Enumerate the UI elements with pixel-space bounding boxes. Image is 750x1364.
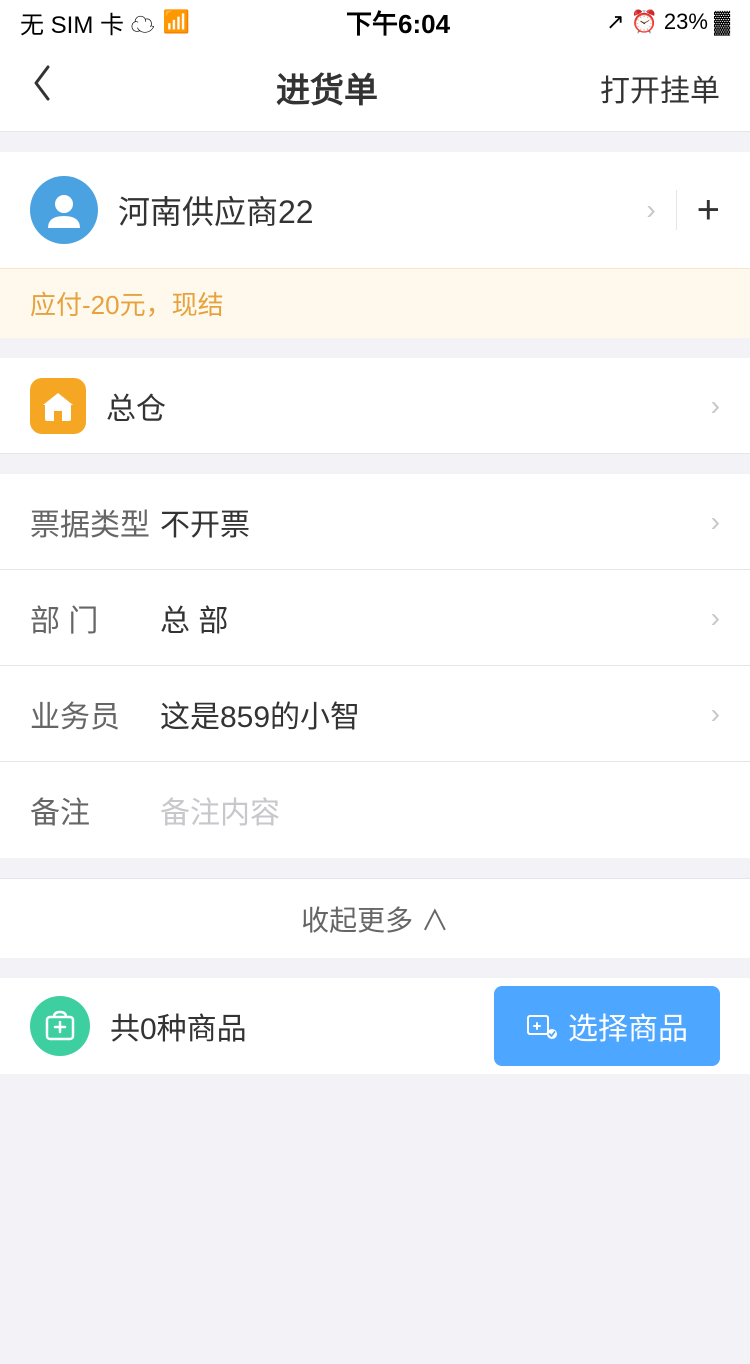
- remark-label: 备注: [30, 788, 150, 832]
- status-time: 下午6:04: [346, 4, 450, 41]
- supplier-section: 河南供应商22 › + 应付-20元，现结: [0, 152, 750, 338]
- invoice-type-value: 不开票: [150, 500, 711, 544]
- section-divider-1: [0, 132, 750, 152]
- location-icon: ↗: [606, 9, 624, 35]
- wifi-icon: 📶: [163, 9, 190, 35]
- supplier-avatar: [30, 176, 98, 244]
- supplier-arrow-icon: ›: [646, 194, 655, 226]
- open-pending-button[interactable]: 打开挂单: [600, 66, 720, 110]
- supplier-name: 河南供应商22: [118, 187, 646, 233]
- invoice-type-arrow-icon: ›: [711, 506, 720, 538]
- department-value: 总 部: [150, 596, 711, 640]
- invoice-type-row[interactable]: 票据类型 不开票 ›: [0, 474, 750, 570]
- status-bar: 无 SIM 卡 ☁ 📶 下午6:04 ↗ ⏰ 23% ▓: [0, 0, 750, 44]
- salesperson-label: 业务员: [30, 692, 150, 736]
- salesperson-value: 这是859的小智: [150, 692, 711, 736]
- goods-icon-bg: [30, 996, 90, 1056]
- collapse-row[interactable]: 收起更多 ∧: [0, 878, 750, 958]
- nav-bar: 进货单 打开挂单: [0, 44, 750, 132]
- back-button[interactable]: [30, 63, 54, 112]
- battery-label: 23%: [664, 9, 708, 35]
- page-title: 进货单: [276, 63, 378, 112]
- status-right: ↗ ⏰ 23% ▓: [606, 9, 730, 35]
- notice-bar: 应付-20元，现结: [0, 268, 750, 338]
- status-left: 无 SIM 卡 ☁ 📶: [20, 5, 190, 40]
- salesperson-arrow-icon: ›: [711, 698, 720, 730]
- warehouse-row[interactable]: 总仓 ›: [0, 358, 750, 454]
- supplier-row[interactable]: 河南供应商22 › +: [0, 152, 750, 268]
- add-supplier-button[interactable]: +: [697, 188, 720, 233]
- department-row[interactable]: 部 门 总 部 ›: [0, 570, 750, 666]
- department-label: 部 门: [30, 596, 150, 640]
- collapse-label: 收起更多 ∧: [301, 899, 449, 939]
- warehouse-icon-bg: [30, 378, 86, 434]
- department-arrow-icon: ›: [711, 602, 720, 634]
- warehouse-arrow-icon: ›: [711, 390, 720, 422]
- page-background: [0, 1074, 750, 1364]
- form-section: 票据类型 不开票 › 部 门 总 部 › 业务员 这是859的小智 › 备注 备…: [0, 474, 750, 858]
- select-goods-button[interactable]: 选择商品: [494, 986, 720, 1066]
- remark-row[interactable]: 备注 备注内容: [0, 762, 750, 858]
- goods-count-label: 共0种商品: [110, 1004, 494, 1048]
- warehouse-name: 总仓: [106, 384, 711, 428]
- supplier-divider: [676, 190, 677, 230]
- bottom-bar: 共0种商品 选择商品: [0, 978, 750, 1074]
- salesperson-row[interactable]: 业务员 这是859的小智 ›: [0, 666, 750, 762]
- warehouse-section: 总仓 ›: [0, 358, 750, 454]
- sim-label: 无 SIM 卡 ☁: [20, 5, 155, 40]
- remark-input[interactable]: 备注内容: [150, 788, 720, 832]
- select-goods-label: 选择商品: [568, 1004, 688, 1048]
- alarm-icon: ⏰: [631, 9, 658, 35]
- invoice-type-label: 票据类型: [30, 500, 150, 544]
- battery-icon: ▓: [714, 9, 730, 35]
